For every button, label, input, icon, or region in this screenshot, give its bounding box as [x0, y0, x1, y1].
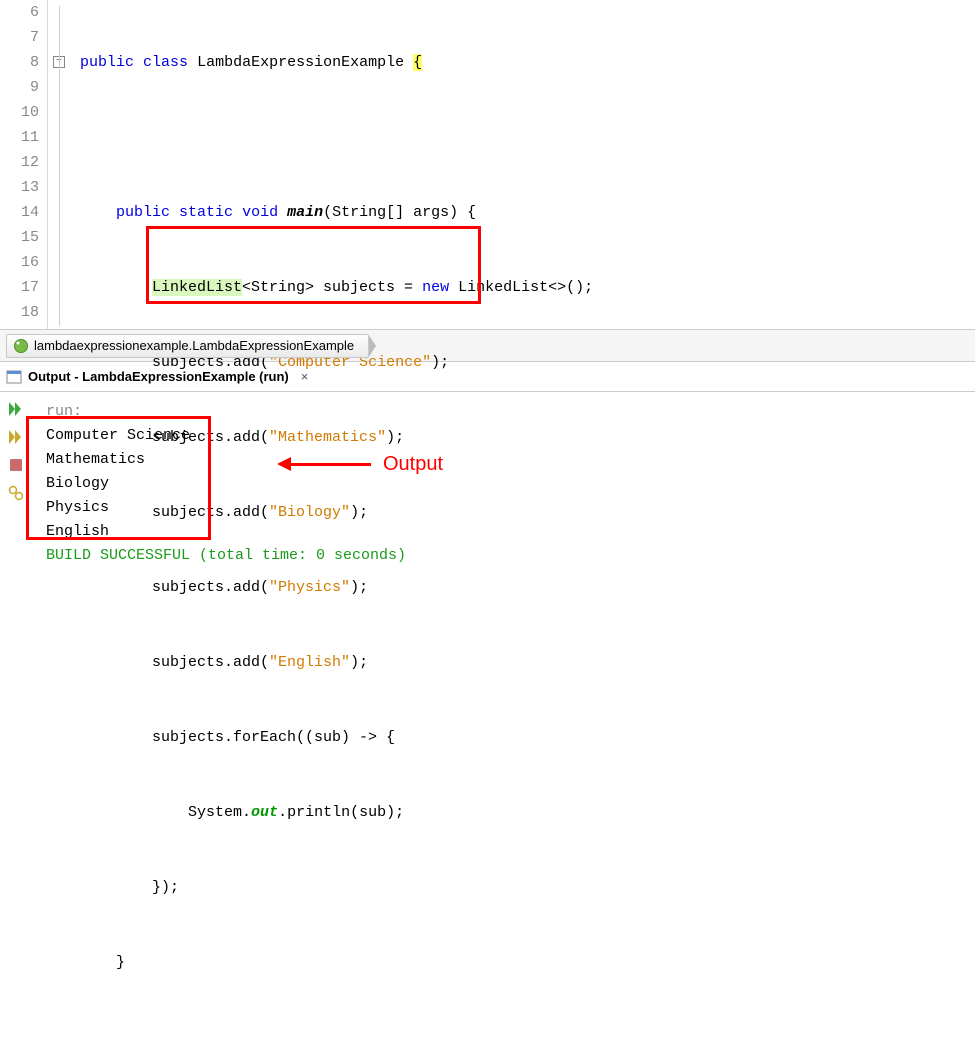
line-num: 18 — [0, 300, 39, 325]
output-line: English — [46, 520, 975, 544]
line-num: 12 — [0, 150, 39, 175]
line-num: 7 — [0, 25, 39, 50]
line-gutter: 6 7 8 9 10 11 12 13 14 15 16 17 18 — [0, 0, 48, 329]
code-line: }); — [80, 875, 975, 900]
line-num: 8 — [0, 50, 39, 75]
line-num: 14 — [0, 200, 39, 225]
arrow-line — [291, 463, 371, 466]
arrow-left-icon — [277, 457, 291, 471]
output-line: Mathematics — [46, 448, 975, 472]
line-num: 13 — [0, 175, 39, 200]
output-window-icon — [6, 369, 22, 385]
annotation-label: Output — [383, 452, 443, 476]
output-line: Computer Science — [46, 424, 975, 448]
code-editor[interactable]: 6 7 8 9 10 11 12 13 14 15 16 17 18 − pub… — [0, 0, 975, 330]
line-num: 10 — [0, 100, 39, 125]
code-line: subjects.add("English"); — [80, 650, 975, 675]
fold-line — [59, 6, 60, 326]
line-num: 6 — [0, 0, 39, 25]
code-line: subjects.add("Physics"); — [80, 575, 975, 600]
rerun-button[interactable] — [5, 398, 27, 420]
output-line-build: BUILD SUCCESSFUL (total time: 0 seconds) — [46, 544, 975, 568]
breadcrumb-label: lambdaexpressionexample.LambdaExpression… — [34, 338, 354, 353]
output-line: Biology — [46, 472, 975, 496]
output-pane: run: Computer Science Mathematics Biolog… — [0, 392, 975, 567]
code-line: public static void main(String[] args) { — [80, 200, 975, 225]
line-num: 16 — [0, 250, 39, 275]
code-line: LinkedList<String> subjects = new Linked… — [80, 275, 975, 300]
class-icon — [13, 338, 29, 354]
line-num: 15 — [0, 225, 39, 250]
stop-button[interactable] — [5, 454, 27, 476]
code-content[interactable]: public class LambdaExpressionExample { p… — [72, 0, 975, 329]
annotation-arrow: Output — [277, 452, 443, 476]
output-content[interactable]: run: Computer Science Mathematics Biolog… — [32, 392, 975, 567]
code-line: } — [80, 950, 975, 975]
fold-column: − — [48, 0, 72, 329]
code-line: public class LambdaExpressionExample { — [80, 50, 975, 75]
line-num: 9 — [0, 75, 39, 100]
rerun-same-button[interactable] — [5, 426, 27, 448]
line-num: 17 — [0, 275, 39, 300]
code-line — [80, 125, 975, 150]
output-toolbar — [0, 392, 32, 567]
output-line: Physics — [46, 496, 975, 520]
code-line: subjects.forEach((sub) -> { — [80, 725, 975, 750]
settings-button[interactable] — [5, 482, 27, 504]
line-num: 11 — [0, 125, 39, 150]
code-line: System.out.println(sub); — [80, 800, 975, 825]
output-line: run: — [46, 400, 975, 424]
breadcrumb-class[interactable]: lambdaexpressionexample.LambdaExpression… — [6, 334, 369, 358]
